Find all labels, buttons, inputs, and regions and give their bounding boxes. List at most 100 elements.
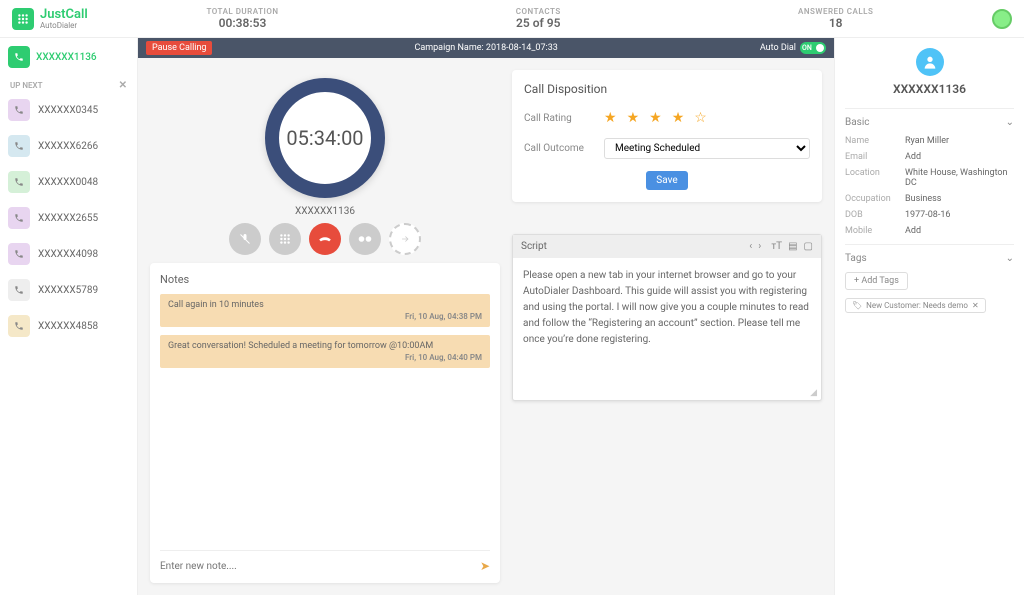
queue-item[interactable]: XXXXXX5789 — [8, 279, 129, 301]
call-queue: XXXXXX0345 XXXXXX6266 XXXXXX0048 XXXXXX2655… — [8, 99, 129, 337]
script-expand-icon[interactable]: ▢ — [804, 241, 813, 252]
outcome-label: Call Outcome — [524, 143, 604, 154]
active-call[interactable]: XXXXXX1136 — [8, 46, 129, 68]
notes-title: Notes — [160, 273, 490, 286]
script-font-icon[interactable]: тT — [771, 241, 782, 252]
script-layout-icon[interactable]: ▤ — [788, 241, 797, 252]
star-icon[interactable]: ★ — [627, 110, 640, 126]
tag-remove-icon[interactable]: ✕ — [972, 301, 979, 310]
queue-item-name: XXXXXX0345 — [38, 105, 98, 116]
note-input[interactable] — [160, 561, 480, 572]
disposition-title: Call Disposition — [524, 82, 810, 96]
queue-item-name: XXXXXX2655 — [38, 213, 98, 224]
basic-info: NameRyan MillerEmailAddLocationWhite Hou… — [845, 136, 1014, 236]
caller-name: XXXXXX1136 — [150, 206, 500, 217]
notes-list: Call again in 10 minutesFri, 10 Aug, 04:… — [160, 294, 490, 376]
timer-circle: 05:34:00 — [265, 78, 385, 198]
note-item: Call again in 10 minutesFri, 10 Aug, 04:… — [160, 294, 490, 327]
script-prev-icon[interactable]: ‹ — [749, 241, 752, 252]
tag-icon: 🏷 — [852, 301, 862, 310]
brand-name: JustCall — [40, 8, 88, 21]
auto-dial: Auto Dial ON — [760, 42, 826, 54]
timer-area: 05:34:00 XXXXXX1136 — [150, 70, 500, 255]
star-icon[interactable]: ☆ — [694, 110, 707, 126]
script-next-icon[interactable]: › — [758, 241, 761, 252]
rating-label: Call Rating — [524, 113, 604, 124]
queue-item-name: XXXXXX4098 — [38, 249, 98, 260]
send-icon[interactable]: ➤ — [480, 559, 490, 573]
tags-section-header[interactable]: Tags ⌄ — [845, 253, 1014, 264]
mute-button[interactable] — [229, 223, 261, 255]
tag-chip[interactable]: 🏷 New Customer: Needs demo ✕ — [845, 298, 986, 313]
active-call-name: XXXXXX1136 — [36, 52, 97, 63]
queue-item[interactable]: XXXXXX2655 — [8, 207, 129, 229]
rating-stars[interactable]: ★ ★ ★ ★ ☆ — [604, 110, 707, 126]
resize-handle-icon[interactable]: ◢ — [513, 388, 821, 400]
info-value[interactable]: Add — [905, 152, 1014, 162]
queue-item[interactable]: XXXXXX0048 — [8, 171, 129, 193]
phone-icon — [8, 207, 30, 229]
transfer-button[interactable] — [389, 223, 421, 255]
phone-icon — [8, 135, 30, 157]
user-avatar[interactable] — [992, 9, 1012, 29]
brand-logo[interactable]: JustCall AutoDialer — [12, 8, 88, 30]
info-value[interactable]: Business — [905, 194, 1014, 204]
queue-item-name: XXXXXX6266 — [38, 141, 98, 152]
dialpad-button[interactable] — [269, 223, 301, 255]
phone-icon — [8, 99, 30, 121]
phone-icon — [8, 243, 30, 265]
queue-item[interactable]: XXXXXX4098 — [8, 243, 129, 265]
notes-panel: Notes Call again in 10 minutesFri, 10 Au… — [150, 263, 500, 583]
record-button[interactable] — [349, 223, 381, 255]
brand-sub: AutoDialer — [40, 21, 88, 30]
call-buttons — [150, 223, 500, 255]
script-panel: Script ‹ › тT ▤ ▢ Please open a new tab … — [512, 234, 822, 401]
star-icon[interactable]: ★ — [649, 110, 662, 126]
pause-button[interactable]: Pause Calling — [146, 41, 212, 55]
phone-icon — [8, 46, 30, 68]
campaign-name: Campaign Name: 2018-08-14_07:33 — [212, 43, 759, 53]
auto-dial-toggle[interactable]: ON — [800, 42, 826, 54]
queue-item-name: XXXXXX0048 — [38, 177, 98, 188]
queue-item[interactable]: XXXXXX6266 — [8, 135, 129, 157]
phone-icon — [8, 171, 30, 193]
outcome-select[interactable]: Meeting Scheduled — [604, 138, 810, 159]
info-row: NameRyan Miller — [845, 136, 1014, 146]
disposition-panel: Call Disposition Call Rating ★ ★ ★ ★ ☆ Call … — [512, 70, 822, 202]
add-tags-button[interactable]: + Add Tags — [845, 272, 908, 290]
info-row: OccupationBusiness — [845, 194, 1014, 204]
phone-icon — [8, 315, 30, 337]
script-body: Please open a new tab in your internet b… — [513, 258, 821, 388]
contact-panel: XXXXXX1136 Basic ⌄ NameRyan MillerEmailA… — [834, 38, 1024, 595]
queue-item[interactable]: XXXXXX4858 — [8, 315, 129, 337]
info-value[interactable]: White House, Washington DC — [905, 168, 1014, 188]
info-row: LocationWhite House, Washington DC — [845, 168, 1014, 188]
script-title: Script — [521, 241, 743, 252]
campaign-bar: Pause Calling Campaign Name: 2018-08-14_… — [138, 38, 834, 58]
info-row: DOB1977-08-16 — [845, 210, 1014, 220]
profile: XXXXXX1136 — [845, 48, 1014, 96]
info-value[interactable]: 1977-08-16 — [905, 210, 1014, 220]
save-button[interactable]: Save — [646, 171, 687, 190]
up-next-header: UP NEXT ✕ — [8, 80, 129, 91]
close-icon[interactable]: ✕ — [119, 80, 127, 91]
info-value[interactable]: Add — [905, 226, 1014, 236]
queue-item-name: XXXXXX5789 — [38, 285, 98, 296]
chevron-down-icon: ⌄ — [1006, 117, 1014, 128]
script-header: Script ‹ › тT ▤ ▢ — [513, 235, 821, 258]
star-icon[interactable]: ★ — [672, 110, 685, 126]
stat-duration: TOTAL DURATION 00:38:53 — [206, 7, 278, 30]
timer-value: 05:34:00 — [286, 126, 363, 150]
avatar-icon — [916, 48, 944, 76]
profile-name: XXXXXX1136 — [845, 82, 1014, 96]
basic-section-header[interactable]: Basic ⌄ — [845, 117, 1014, 128]
queue-item-name: XXXXXX4858 — [38, 321, 98, 332]
info-value[interactable]: Ryan Miller — [905, 136, 1014, 146]
star-icon[interactable]: ★ — [604, 110, 617, 126]
stat-contacts: CONTACTS 25 of 95 — [516, 7, 561, 30]
phone-icon — [8, 279, 30, 301]
note-item: Great conversation! Scheduled a meeting … — [160, 335, 490, 368]
hangup-button[interactable] — [309, 223, 341, 255]
queue-item[interactable]: XXXXXX0345 — [8, 99, 129, 121]
note-input-row: ➤ — [160, 550, 490, 573]
